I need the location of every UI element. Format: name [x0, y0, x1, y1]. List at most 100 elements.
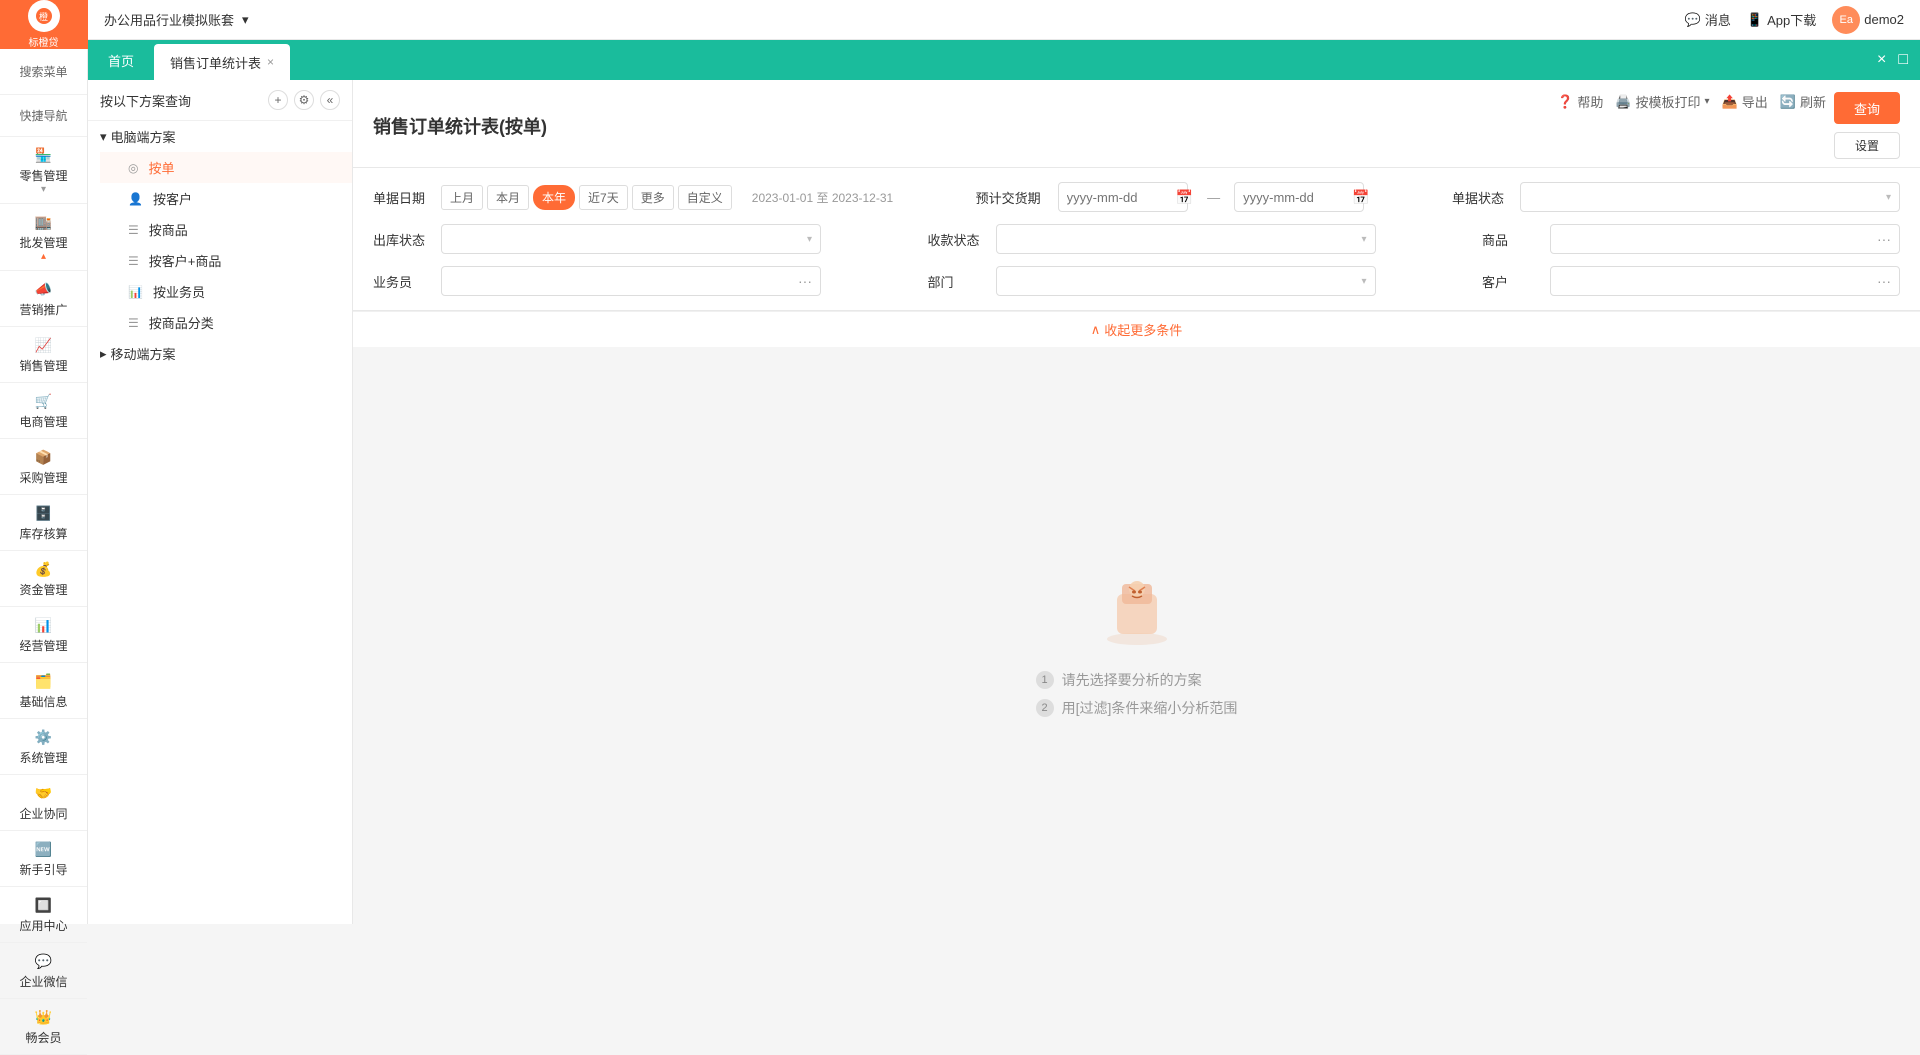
scheme-item-order[interactable]: ◎ 按单	[100, 152, 352, 183]
goods-select[interactable]: ···	[1550, 224, 1900, 254]
tab-home[interactable]: 首页	[88, 40, 154, 80]
dept-select[interactable]: ▾	[996, 266, 1376, 296]
mobile-section-header[interactable]: ▸ 移动端方案	[88, 338, 352, 369]
page-header: 销售订单统计表(按单) ❓ 帮助 🖨️ 按模板打印 ▾	[353, 80, 1920, 168]
query-button[interactable]: 查询	[1834, 92, 1900, 124]
print-btn[interactable]: 🖨️ 按模板打印 ▾	[1615, 92, 1709, 111]
collapse-panel-btn[interactable]: «	[320, 90, 340, 110]
sidebar-quick-nav[interactable]: 快捷导航	[19, 101, 67, 130]
export-btn[interactable]: 📤 导出	[1722, 92, 1768, 111]
pc-section-header[interactable]: ▾ 电脑端方案	[88, 121, 352, 152]
filter-row-3: 业务员 ··· 部门 ▾ 客户 ···	[373, 266, 1900, 296]
date-btn-this-year[interactable]: 本年	[533, 185, 575, 210]
scheme-item-customer-goods[interactable]: ☰ 按客户+商品	[100, 245, 352, 276]
delivery-date-from[interactable]	[1058, 182, 1188, 212]
goods-dots[interactable]: ···	[1877, 231, 1891, 247]
sidebar-item-guide[interactable]: 🆕 新手引导	[0, 831, 87, 887]
sidebar-item-wholesale[interactable]: 🏬 批发管理 ▴	[0, 204, 87, 271]
page-actions-wrapper: ❓ 帮助 🖨️ 按模板打印 ▾ 📤 导出	[1557, 92, 1900, 159]
sidebar-item-enterprise[interactable]: 🤝 企业协同	[0, 775, 87, 831]
setting-button[interactable]: 设置	[1834, 132, 1900, 159]
sidebar-item-inventory[interactable]: 🗄️ 库存核算	[0, 495, 87, 551]
left-panel: 按以下方案查询 + ⚙ « ▾ 电脑端方案	[88, 80, 353, 924]
add-scheme-btn[interactable]: +	[268, 90, 288, 110]
download-icon: 📱	[1747, 12, 1763, 28]
sidebar-item-ecom[interactable]: 🛒 电商管理	[0, 383, 87, 439]
scheme-category-label: 按商品分类	[149, 313, 214, 332]
window-close-btn[interactable]: ×	[1873, 51, 1890, 69]
wholesale-icon: 🏬	[34, 212, 54, 232]
sidebar-item-wechat[interactable]: 💬 企业微信	[0, 943, 87, 999]
order-scheme-icon: ◎	[128, 161, 138, 175]
print-icon: 🖨️	[1615, 94, 1631, 110]
sidebar: 橙 标橙贷 搜索菜单 快捷导航 🏪 零售管理 ▾ 🏬 批发管理 ▴ 📣 营销推广…	[0, 0, 88, 924]
user-info[interactable]: Ea demo2	[1832, 6, 1904, 34]
retail-arrow: ▾	[41, 184, 46, 195]
tab-sales-report-label: 销售订单统计表	[170, 53, 261, 72]
collapse-filters-btn[interactable]: ∧ 收起更多条件	[353, 311, 1920, 347]
sidebar-search-label[interactable]: 搜索菜单	[19, 57, 67, 86]
scheme-item-salesman[interactable]: 📊 按业务员	[100, 276, 352, 307]
category-scheme-icon: ☰	[128, 316, 139, 330]
salesman-select[interactable]: ···	[441, 266, 821, 296]
date-btn-more[interactable]: 更多	[632, 185, 674, 210]
edit-icon: ⚙	[299, 93, 310, 107]
sidebar-item-system[interactable]: ⚙️ 系统管理	[0, 719, 87, 775]
scheme-item-customer[interactable]: 👤 按客户	[100, 183, 352, 214]
refresh-label: 刷新	[1800, 92, 1826, 111]
scheme-item-category[interactable]: ☰ 按商品分类	[100, 307, 352, 338]
filter-row-2: 出库状态 ▾ 收款状态 ▾ 商品 ···	[373, 224, 1900, 254]
sidebar-item-wholesale-label: 批发管理	[19, 234, 67, 251]
date-btn-7days[interactable]: 近7天	[579, 185, 628, 210]
salesman-dots[interactable]: ···	[798, 273, 812, 289]
empty-tip-1: 1 请先选择要分析的方案	[1036, 670, 1238, 690]
tab-sales-report[interactable]: 销售订单统计表 ×	[154, 44, 290, 80]
app-download-btn[interactable]: 📱 App下载	[1747, 10, 1816, 29]
status-select[interactable]: ▾	[1520, 182, 1900, 212]
export-icon: 📤	[1722, 94, 1738, 110]
avatar: Ea	[1832, 6, 1860, 34]
print-label: 按模板打印	[1636, 92, 1701, 111]
window-max-btn[interactable]: □	[1894, 51, 1912, 69]
date-btn-this-month[interactable]: 本月	[487, 185, 529, 210]
empty-illustration	[1087, 554, 1187, 654]
sidebar-item-base[interactable]: 🗂️ 基础信息	[0, 663, 87, 719]
empty-tip-2: 2 用[过滤]条件来缩小分析范围	[1036, 698, 1238, 718]
pay-status-select[interactable]: ▾	[996, 224, 1376, 254]
topbar-arrow[interactable]: ▾	[242, 12, 249, 28]
ecom-icon: 🛒	[34, 391, 54, 411]
sidebar-item-ops[interactable]: 📊 经营管理	[0, 607, 87, 663]
customer-dots[interactable]: ···	[1877, 273, 1891, 289]
scheme-item-goods[interactable]: ☰ 按商品	[100, 214, 352, 245]
status-label: 单据状态	[1452, 188, 1508, 207]
edit-scheme-btn[interactable]: ⚙	[294, 90, 314, 110]
sidebar-item-apps[interactable]: 🔲 应用中心	[0, 887, 87, 943]
date-btn-last-month[interactable]: 上月	[441, 185, 483, 210]
collapse-icon: «	[327, 93, 334, 107]
delivery-date-to[interactable]	[1234, 182, 1364, 212]
sidebar-item-vip[interactable]: 👑 畅会员	[0, 999, 87, 1055]
sidebar-item-sales-label: 销售管理	[19, 357, 67, 374]
tab-close-btn[interactable]: ×	[267, 55, 274, 69]
sidebar-item-retail[interactable]: 🏪 零售管理 ▾	[0, 137, 87, 204]
sidebar-item-sales[interactable]: 📈 销售管理	[0, 327, 87, 383]
sidebar-item-marketing[interactable]: 📣 营销推广	[0, 271, 87, 327]
sidebar-item-system-label: 系统管理	[19, 749, 67, 766]
tip-num-2: 2	[1036, 699, 1054, 717]
inventory-icon: 🗄️	[34, 503, 54, 523]
salesman-scheme-icon: 📊	[128, 285, 143, 299]
customer-select[interactable]: ···	[1550, 266, 1900, 296]
message-btn[interactable]: 💬 消息	[1685, 10, 1731, 29]
help-btn[interactable]: ❓ 帮助	[1557, 92, 1603, 111]
sidebar-item-enterprise-label: 企业协同	[19, 805, 67, 822]
ship-status-select[interactable]: ▾	[441, 224, 821, 254]
filter-area: 单据日期 上月 本月 本年 近7天 更多 自定义 2023-01-01 至 20…	[353, 168, 1920, 311]
sidebar-item-finance[interactable]: 💰 资金管理	[0, 551, 87, 607]
left-panel-header: 按以下方案查询 + ⚙ «	[88, 80, 352, 121]
base-icon: 🗂️	[34, 671, 54, 691]
refresh-btn[interactable]: 🔄 刷新	[1780, 92, 1826, 111]
enterprise-icon: 🤝	[34, 783, 54, 803]
sidebar-item-purchase[interactable]: 📦 采购管理	[0, 439, 87, 495]
pc-section: ▾ 电脑端方案 ◎ 按单 👤 按客户 ☰ 按商品	[88, 121, 352, 338]
date-btn-custom[interactable]: 自定义	[678, 185, 732, 210]
